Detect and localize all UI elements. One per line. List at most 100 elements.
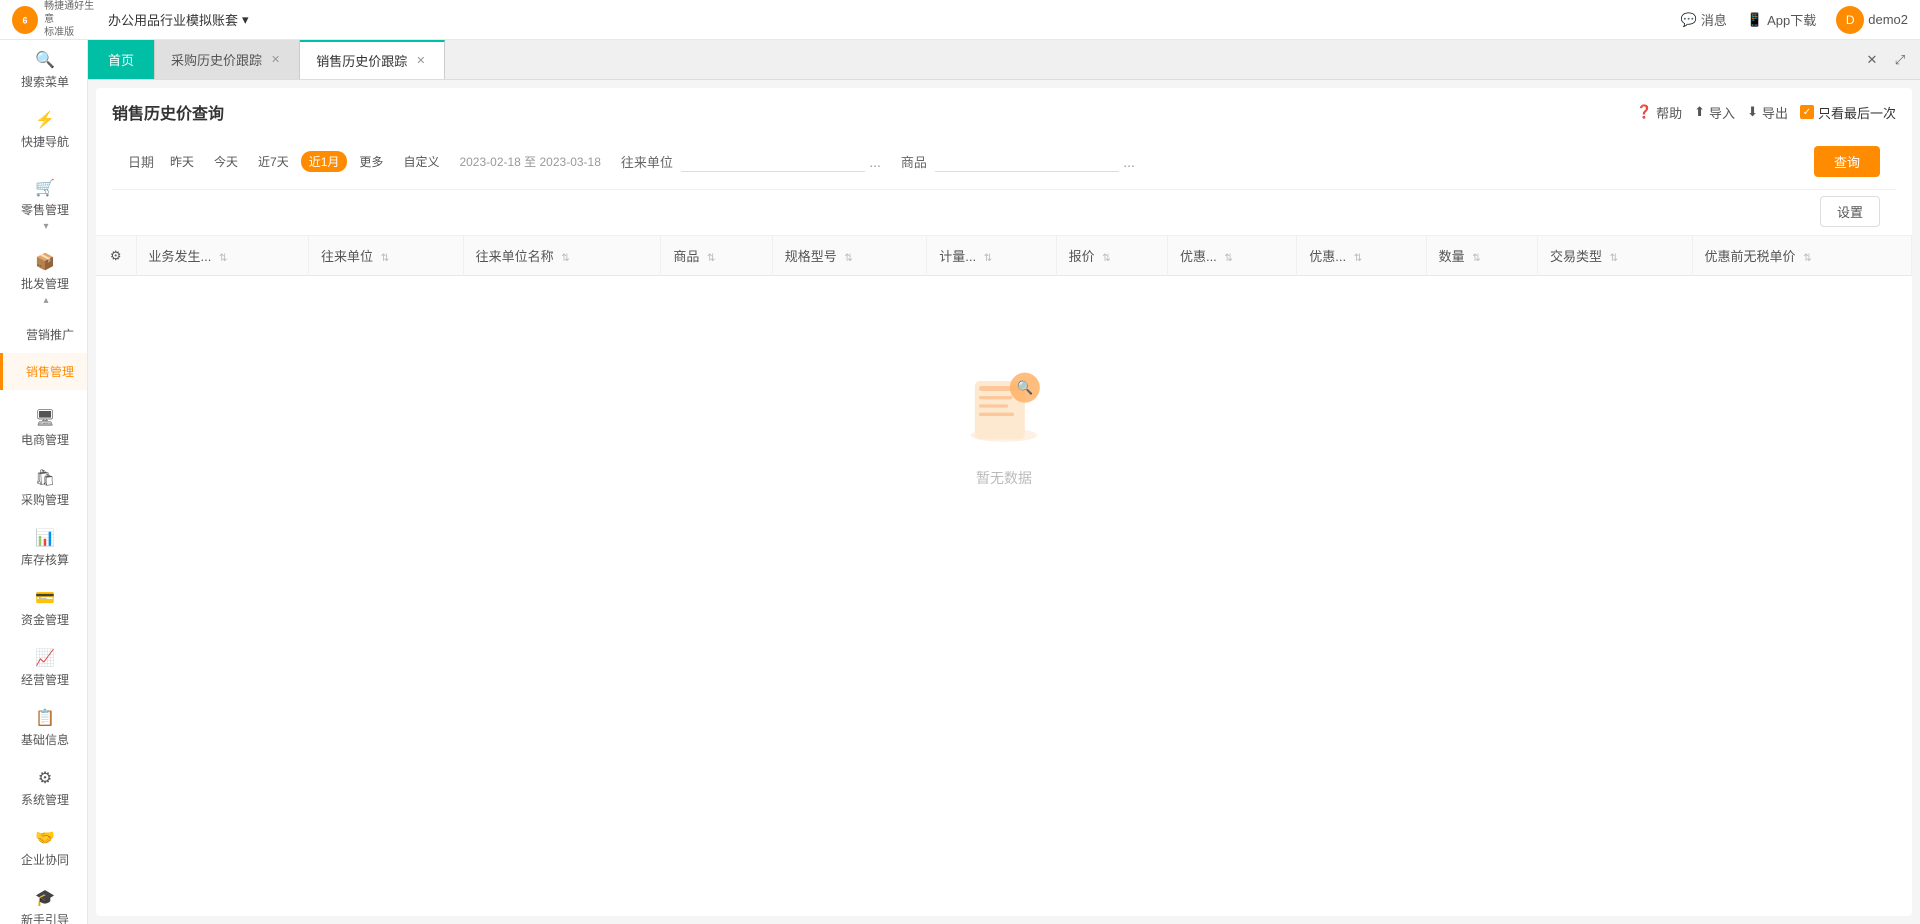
page-header: 销售历史价查询 ❓ 帮助 ⬆ 导入 ⬇ 导出 — [96, 88, 1912, 236]
list-icon: 📋 — [35, 708, 55, 728]
table-col-partner-code[interactable]: 往来单位 ⇅ — [309, 236, 464, 276]
table-col-unit[interactable]: 计量... ⇅ — [927, 236, 1056, 276]
sort-arrows-quantity: ⇅ — [1472, 253, 1480, 264]
sidebar-item-quick-nav[interactable]: ⚡ 快捷导航 — [0, 100, 87, 160]
tab-purchase-history[interactable]: 采购历史价跟踪 ✕ — [155, 40, 300, 79]
sort-arrows-pretax-price: ⇅ — [1803, 253, 1811, 264]
data-table: ⚙ 业务发生... ⇅ 往来单位 ⇅ 往来单位名称 — [96, 236, 1912, 276]
date-btn-more[interactable]: 更多 — [351, 151, 391, 172]
empty-text: 暂无数据 — [976, 468, 1032, 488]
help-btn[interactable]: ❓ 帮助 — [1636, 103, 1682, 122]
export-btn[interactable]: ⬇ 导出 — [1747, 103, 1788, 122]
date-btn-1month[interactable]: 近1月 — [301, 151, 348, 172]
logo-area: 6 畅捷通好生意 标准版 — [12, 0, 100, 39]
product-label: 商品 — [901, 152, 927, 171]
main-layout: 🔍 搜索菜单 ⚡ 快捷导航 🛒 零售管理 ▾ 📦 批发管理 ▴ 营销推广 销售管… — [0, 40, 1920, 924]
date-range-display: 2023-02-18 至 2023-03-18 — [459, 153, 600, 170]
svg-text:🔍: 🔍 — [1017, 379, 1034, 395]
tab-sales-history[interactable]: 销售历史价跟踪 ✕ — [300, 40, 445, 79]
maximize-btn[interactable]: ⤢ — [1888, 48, 1912, 72]
date-shortcuts: 昨天 今天 近7天 近1月 更多 自定义 — [162, 151, 447, 172]
sort-arrows-partner-code: ⇅ — [381, 253, 389, 264]
search-icon: 🔍 — [35, 50, 55, 70]
sidebar: 🔍 搜索菜单 ⚡ 快捷导航 🛒 零售管理 ▾ 📦 批发管理 ▴ 营销推广 销售管… — [0, 40, 88, 924]
org-label: 办公用品行业模拟账套 — [108, 10, 238, 29]
logo-icon: 6 — [12, 6, 38, 34]
table-col-biz-date[interactable]: 业务发生... ⇅ — [136, 236, 309, 276]
settings-button[interactable]: 设置 — [1820, 196, 1880, 227]
table-settings-icon[interactable]: ⚙ — [110, 248, 122, 263]
arrow-up-icon: ▴ — [43, 295, 48, 306]
table-col-discount2[interactable]: 优惠... ⇅ — [1297, 236, 1426, 276]
partner-label: 往来单位 — [621, 152, 673, 171]
table-col-spec[interactable]: 规格型号 ⇅ — [772, 236, 927, 276]
sidebar-item-basic-info[interactable]: 📋 基础信息 — [0, 698, 87, 758]
arrow-down-icon: ▾ — [43, 221, 48, 232]
product-ellipsis-btn[interactable]: ... — [1123, 154, 1135, 170]
date-btn-yesterday[interactable]: 昨天 — [162, 151, 202, 172]
sort-arrows-spec: ⇅ — [844, 253, 852, 264]
handshake-icon: 🤝 — [35, 828, 55, 848]
table-col-pretax-price[interactable]: 优惠前无税单价 ⇅ — [1692, 236, 1911, 276]
sidebar-item-retail-mgmt[interactable]: 🛒 零售管理 ▾ — [0, 168, 87, 242]
sidebar-item-marketing[interactable]: 营销推广 — [0, 316, 87, 353]
sidebar-item-inventory[interactable]: 📊 库存核算 — [0, 518, 87, 578]
import-icon: ⬆ — [1694, 104, 1705, 120]
table-container: ⚙ 业务发生... ⇅ 往来单位 ⇅ 往来单位名称 — [96, 236, 1912, 568]
table-col-discount1[interactable]: 优惠... ⇅ — [1167, 236, 1296, 276]
tabs-bar: 首页 采购历史价跟踪 ✕ 销售历史价跟踪 ✕ ✕ ⤢ — [88, 40, 1920, 80]
page-actions: ❓ 帮助 ⬆ 导入 ⬇ 导出 ✓ 只看最后一次 — [1636, 103, 1896, 122]
sort-arrows-biz-date: ⇅ — [219, 253, 227, 264]
sidebar-item-purchase-mgmt[interactable]: 🛍 采购管理 — [0, 458, 87, 518]
sort-arrows-trade-type: ⇅ — [1610, 253, 1618, 264]
only-last-checkbox[interactable]: ✓ 只看最后一次 — [1800, 103, 1896, 122]
close-tab-btn[interactable]: ✕ — [1860, 48, 1884, 72]
sidebar-item-operations-mgmt[interactable]: 📈 经营管理 — [0, 638, 87, 698]
page-title-row: 销售历史价查询 ❓ 帮助 ⬆ 导入 ⬇ 导出 — [112, 100, 1896, 134]
user-menu[interactable]: D demo2 — [1836, 6, 1908, 34]
sidebar-item-system-mgmt[interactable]: ⚙ 系统管理 — [0, 758, 87, 818]
empty-state: 🔍 暂无数据 — [96, 276, 1912, 568]
page-title: 销售历史价查询 — [112, 100, 224, 124]
query-button[interactable]: 查询 — [1814, 146, 1880, 177]
table-header-row: ⚙ 业务发生... ⇅ 往来单位 ⇅ 往来单位名称 — [96, 236, 1912, 276]
table-col-settings[interactable]: ⚙ — [96, 236, 136, 276]
partner-input[interactable] — [681, 152, 865, 172]
date-btn-last7[interactable]: 近7天 — [250, 151, 297, 172]
card-icon: 💳 — [35, 588, 55, 608]
partner-ellipsis-btn[interactable]: ... — [869, 154, 881, 170]
org-selector[interactable]: 办公用品行业模拟账套 ▾ — [100, 6, 257, 33]
app-download-btn[interactable]: 📱 App下载 — [1747, 10, 1816, 29]
checkbox-icon: ✓ — [1800, 105, 1814, 119]
date-btn-today[interactable]: 今天 — [206, 151, 246, 172]
sidebar-item-search-menu[interactable]: 🔍 搜索菜单 — [0, 40, 87, 100]
sidebar-item-sales-mgmt[interactable]: 销售管理 — [0, 353, 87, 390]
logo-text: 畅捷通好生意 标准版 — [44, 0, 100, 39]
content-area: 首页 采购历史价跟踪 ✕ 销售历史价跟踪 ✕ ✕ ⤢ 销售历史价查询 — [88, 40, 1920, 924]
table-col-trade-type[interactable]: 交易类型 ⇅ — [1538, 236, 1693, 276]
empty-illustration: 🔍 — [954, 356, 1054, 456]
cart-icon: 🛒 — [35, 178, 55, 198]
sidebar-item-finance-mgmt[interactable]: 💳 资金管理 — [0, 578, 87, 638]
export-icon: ⬇ — [1747, 104, 1758, 120]
sort-arrows-discount2: ⇅ — [1354, 253, 1362, 264]
table-col-quantity[interactable]: 数量 ⇅ — [1426, 236, 1537, 276]
tab-sales-history-close[interactable]: ✕ — [413, 53, 428, 68]
sidebar-item-wholesale-mgmt[interactable]: 📦 批发管理 ▴ — [0, 242, 87, 316]
table-col-price[interactable]: 报价 ⇅ — [1056, 236, 1167, 276]
tab-purchase-history-close[interactable]: ✕ — [268, 52, 283, 67]
sidebar-item-ecommerce-mgmt[interactable]: 🖥 电商管理 — [0, 398, 87, 458]
table-col-partner-name[interactable]: 往来单位名称 ⇅ — [463, 236, 661, 276]
sidebar-item-enterprise-collab[interactable]: 🤝 企业协同 — [0, 818, 87, 878]
message-btn[interactable]: 💬 消息 — [1681, 10, 1727, 29]
chevron-down-icon: ▾ — [242, 12, 249, 28]
filter-buttons: 查询 — [1814, 146, 1880, 177]
product-input[interactable] — [935, 152, 1119, 172]
product-input-wrap: ... — [935, 152, 1135, 172]
partner-input-wrap: ... — [681, 152, 881, 172]
date-btn-custom[interactable]: 自定义 — [395, 151, 447, 172]
tab-home[interactable]: 首页 — [88, 40, 155, 79]
import-btn[interactable]: ⬆ 导入 — [1694, 103, 1735, 122]
table-col-product[interactable]: 商品 ⇅ — [661, 236, 772, 276]
sidebar-item-new-guide[interactable]: 🎓 新手引导 — [0, 878, 87, 924]
